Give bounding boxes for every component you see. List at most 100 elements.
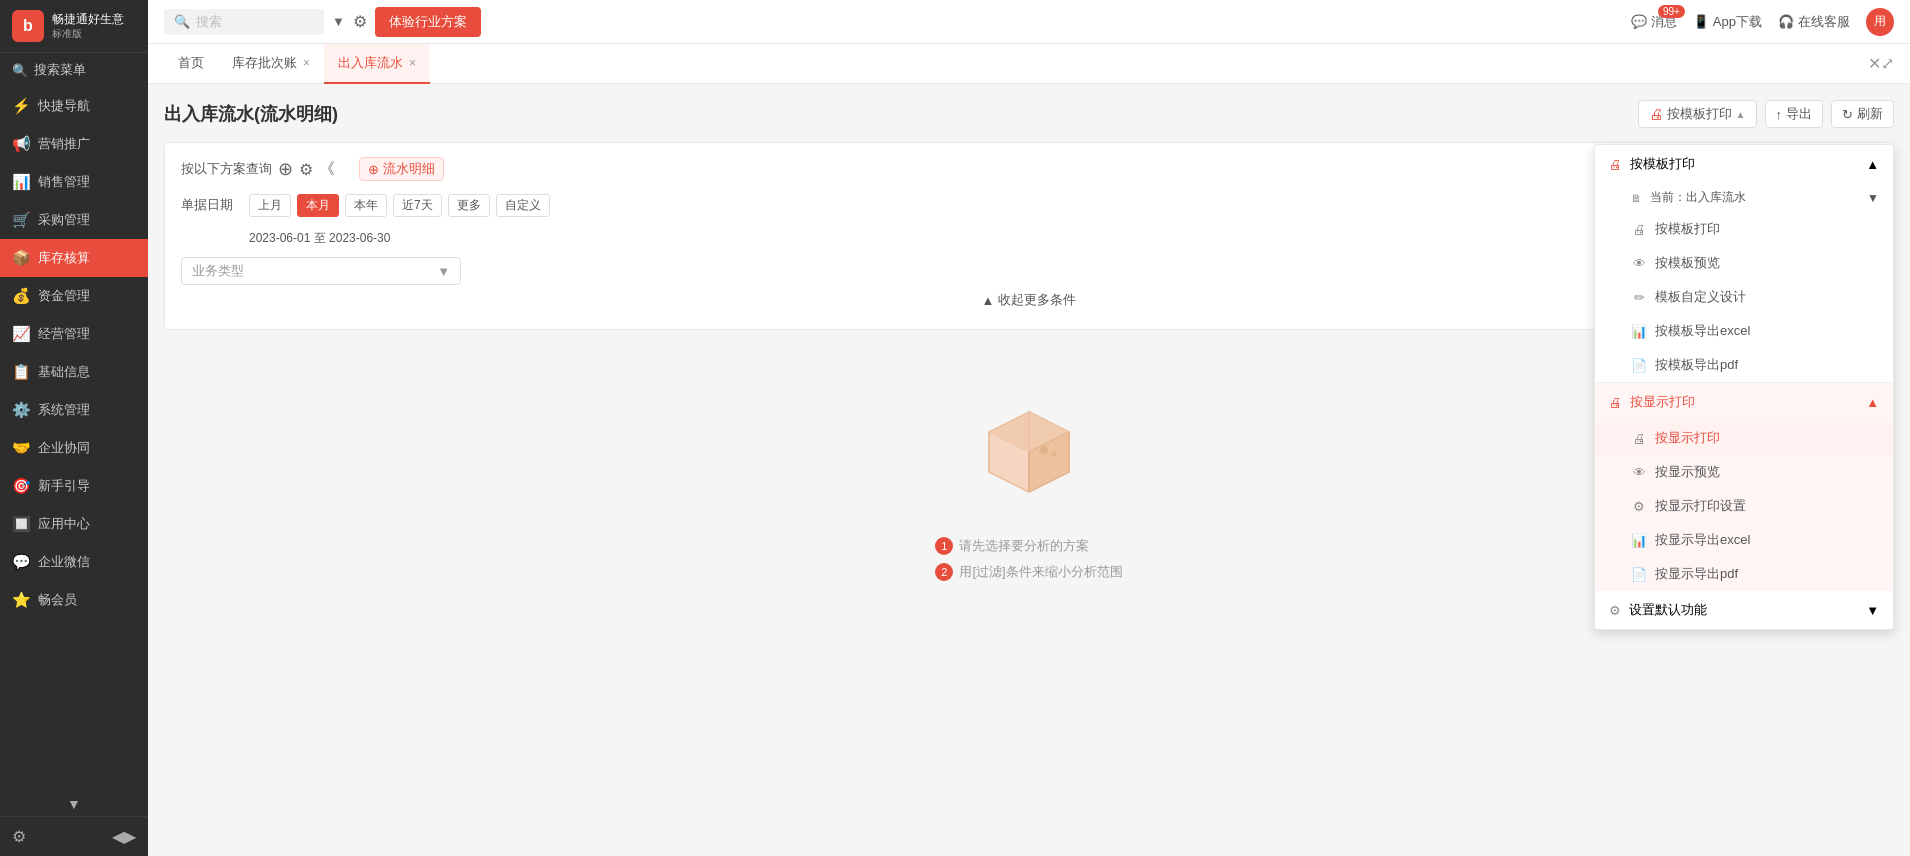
date-current-year-btn[interactable]: 本年 [345, 194, 387, 217]
date-custom-btn[interactable]: 自定义 [496, 194, 550, 217]
tab-inventory-flow[interactable]: 出入库流水 × [324, 44, 430, 84]
template-export-excel-item[interactable]: 📊 按模板导出excel [1595, 314, 1893, 348]
dropdown-footer[interactable]: ⚙ 设置默认功能 ▼ [1595, 591, 1893, 629]
display-print-section: 🖨 按显示打印 ▲ 🖨 按显示打印 👁 按显示预览 ⚙ 按显示打印设置 [1595, 383, 1893, 591]
sidebar-item-wecom[interactable]: 💬 企业微信 [0, 543, 148, 581]
export-icon: ↑ [1776, 107, 1783, 122]
step-1-text: 请先选择要分析的方案 [959, 537, 1089, 555]
sub-filter-item-flow[interactable]: ⊕ 流水明细 [359, 157, 444, 181]
topbar-search-box[interactable]: 🔍 搜索 [164, 9, 324, 35]
export-button[interactable]: ↑ 导出 [1765, 100, 1824, 128]
sidebar-item-finance[interactable]: 💰 资金管理 [0, 277, 148, 315]
tab-inventory-flow-close[interactable]: × [409, 56, 416, 70]
pdf-icon: 📄 [1631, 358, 1647, 373]
user-avatar[interactable]: 用 [1866, 8, 1894, 36]
app-badge: 标准版 [52, 27, 124, 41]
topbar-settings-icon[interactable]: ⚙ [353, 12, 367, 31]
display-print-settings-item[interactable]: ⚙ 按显示打印设置 [1595, 489, 1893, 523]
display-preview-item[interactable]: 👁 按显示预览 [1595, 455, 1893, 489]
tab-close-all-button[interactable]: ✕ [1868, 54, 1881, 73]
filter-collapse-button[interactable]: 《 [319, 159, 335, 180]
notification-badge: 99+ [1658, 5, 1685, 18]
display-print-header[interactable]: 🖨 按显示打印 ▲ [1595, 383, 1893, 421]
template-print-header[interactable]: 🖨 按模板打印 ▲ [1595, 145, 1893, 183]
empty-step-1: 1 请先选择要分析的方案 [935, 537, 1122, 555]
sidebar-item-guide[interactable]: 🎯 新手引导 [0, 467, 148, 505]
topbar: 🔍 搜索 ▼ ⚙ 体验行业方案 💬 消息 99+ 📱 App下载 🎧 在线客服 … [148, 0, 1910, 44]
template-print-dropdown-toggle[interactable]: 🖨 按模板打印 ▲ [1638, 100, 1757, 128]
display-export-excel-label: 按显示导出excel [1655, 531, 1750, 549]
wecom-icon: 💬 [12, 553, 30, 571]
headset-icon: 🎧 [1778, 14, 1794, 29]
sidebar-item-sales[interactable]: 📊 销售管理 [0, 163, 148, 201]
display-print-item[interactable]: 🖨 按显示打印 [1595, 421, 1893, 455]
sidebar-item-collab[interactable]: 🤝 企业协同 [0, 429, 148, 467]
guide-icon: 🎯 [12, 477, 30, 495]
sidebar-item-inventory[interactable]: 📦 库存核算 [0, 239, 148, 277]
topbar-dropdown-icon[interactable]: ▼ [332, 14, 345, 29]
page-header-right: 🖨 按模板打印 ▲ ↑ 导出 ↻ 刷新 [1638, 100, 1894, 128]
sidebar-item-marketing[interactable]: 📢 营销推广 [0, 125, 148, 163]
template-print-section-label: 按模板打印 [1630, 155, 1695, 173]
tab-expand-button[interactable]: ⤢ [1881, 54, 1894, 73]
inventory-icon: 📦 [12, 249, 30, 267]
online-service-action[interactable]: 🎧 在线客服 [1778, 13, 1850, 31]
template-export-pdf-item[interactable]: 📄 按模板导出pdf [1595, 348, 1893, 382]
display-printer-icon: 🖨 [1609, 395, 1622, 410]
sidebar-item-ops[interactable]: 📈 经营管理 [0, 315, 148, 353]
topbar-search-icon: 🔍 [174, 14, 190, 29]
template-customize-item[interactable]: ✏ 模板自定义设计 [1595, 280, 1893, 314]
display-export-pdf-item[interactable]: 📄 按显示导出pdf [1595, 557, 1893, 591]
sidebar-item-member[interactable]: ⭐ 畅会员 [0, 581, 148, 619]
template-export-pdf-label: 按模板导出pdf [1655, 356, 1738, 374]
basic-icon: 📋 [12, 363, 30, 381]
date-more-btn[interactable]: 更多 [448, 194, 490, 217]
template-print-item[interactable]: 🖨 按模板打印 [1595, 212, 1893, 246]
display-export-pdf-label: 按显示导出pdf [1655, 565, 1738, 583]
tab-bar: 首页 库存批次账 × 出入库流水 × ✕ ⤢ [148, 44, 1910, 84]
display-export-excel-item[interactable]: 📊 按显示导出excel [1595, 523, 1893, 557]
sidebar-item-purchase[interactable]: 🛒 采购管理 [0, 201, 148, 239]
tab-home[interactable]: 首页 [164, 44, 218, 84]
template-preview-item[interactable]: 👁 按模板预览 [1595, 246, 1893, 280]
notification-icon: 💬 [1631, 14, 1647, 29]
sidebar-item-app-center[interactable]: 🔲 应用中心 [0, 505, 148, 543]
display-preview-icon: 👁 [1631, 465, 1647, 480]
filter-title-label: 按以下方案查询 [181, 160, 272, 178]
sidebar-item-basic[interactable]: 📋 基础信息 [0, 353, 148, 391]
business-type-filter[interactable]: 业务类型 ▼ [181, 257, 461, 285]
online-service-label: 在线客服 [1798, 13, 1850, 31]
date-current-month-btn[interactable]: 本月 [297, 194, 339, 217]
footer-label: 设置默认功能 [1629, 601, 1707, 619]
settings-icon[interactable]: ⚙ [12, 827, 26, 846]
svg-point-5 [1040, 446, 1048, 454]
refresh-button[interactable]: ↻ 刷新 [1831, 100, 1894, 128]
current-template-arrow: ▼ [1867, 191, 1879, 205]
phone-icon: 📱 [1693, 14, 1709, 29]
sidebar-scroll-down[interactable]: ▼ [0, 792, 148, 816]
tab-inventory-flow-label: 出入库流水 [338, 54, 403, 72]
scroll-down-button[interactable]: ▼ [67, 796, 81, 812]
tab-inventory-batch-close[interactable]: × [303, 56, 310, 70]
app-download-label: App下载 [1713, 13, 1762, 31]
sidebar-search-menu[interactable]: 🔍 搜索菜单 [0, 53, 148, 87]
date-prev-month-btn[interactable]: 上月 [249, 194, 291, 217]
sidebar-item-quick-nav[interactable]: ⚡ 快捷导航 [0, 87, 148, 125]
template-print-section: 🖨 按模板打印 ▲ 🗎 当前：出入库流水 ▼ 🖨 按模板打印 👁 [1595, 145, 1893, 383]
svg-point-6 [1051, 451, 1057, 457]
ops-icon: 📈 [12, 325, 30, 343]
system-icon: ⚙️ [12, 401, 30, 419]
sidebar-item-system[interactable]: ⚙️ 系统管理 [0, 391, 148, 429]
trial-industry-button[interactable]: 体验行业方案 [375, 7, 481, 37]
notification-action[interactable]: 💬 消息 99+ [1631, 13, 1677, 31]
display-print-header-left: 🖨 按显示打印 [1609, 393, 1695, 411]
tab-inventory-batch[interactable]: 库存批次账 × [218, 44, 324, 84]
footer-arrow-icon: ▼ [1866, 603, 1879, 618]
app-download-action[interactable]: 📱 App下载 [1693, 13, 1762, 31]
collapse-sidebar-icon[interactable]: ◀▶ [112, 827, 136, 846]
filter-settings-button[interactable]: ⚙ [299, 160, 313, 179]
chevron-up-icon: ▲ [982, 293, 995, 308]
add-filter-button[interactable]: ⊕ [278, 158, 293, 180]
empty-steps: 1 请先选择要分析的方案 2 用[过滤]条件来缩小分析范围 [935, 537, 1122, 589]
date-last-7-days-btn[interactable]: 近7天 [393, 194, 442, 217]
